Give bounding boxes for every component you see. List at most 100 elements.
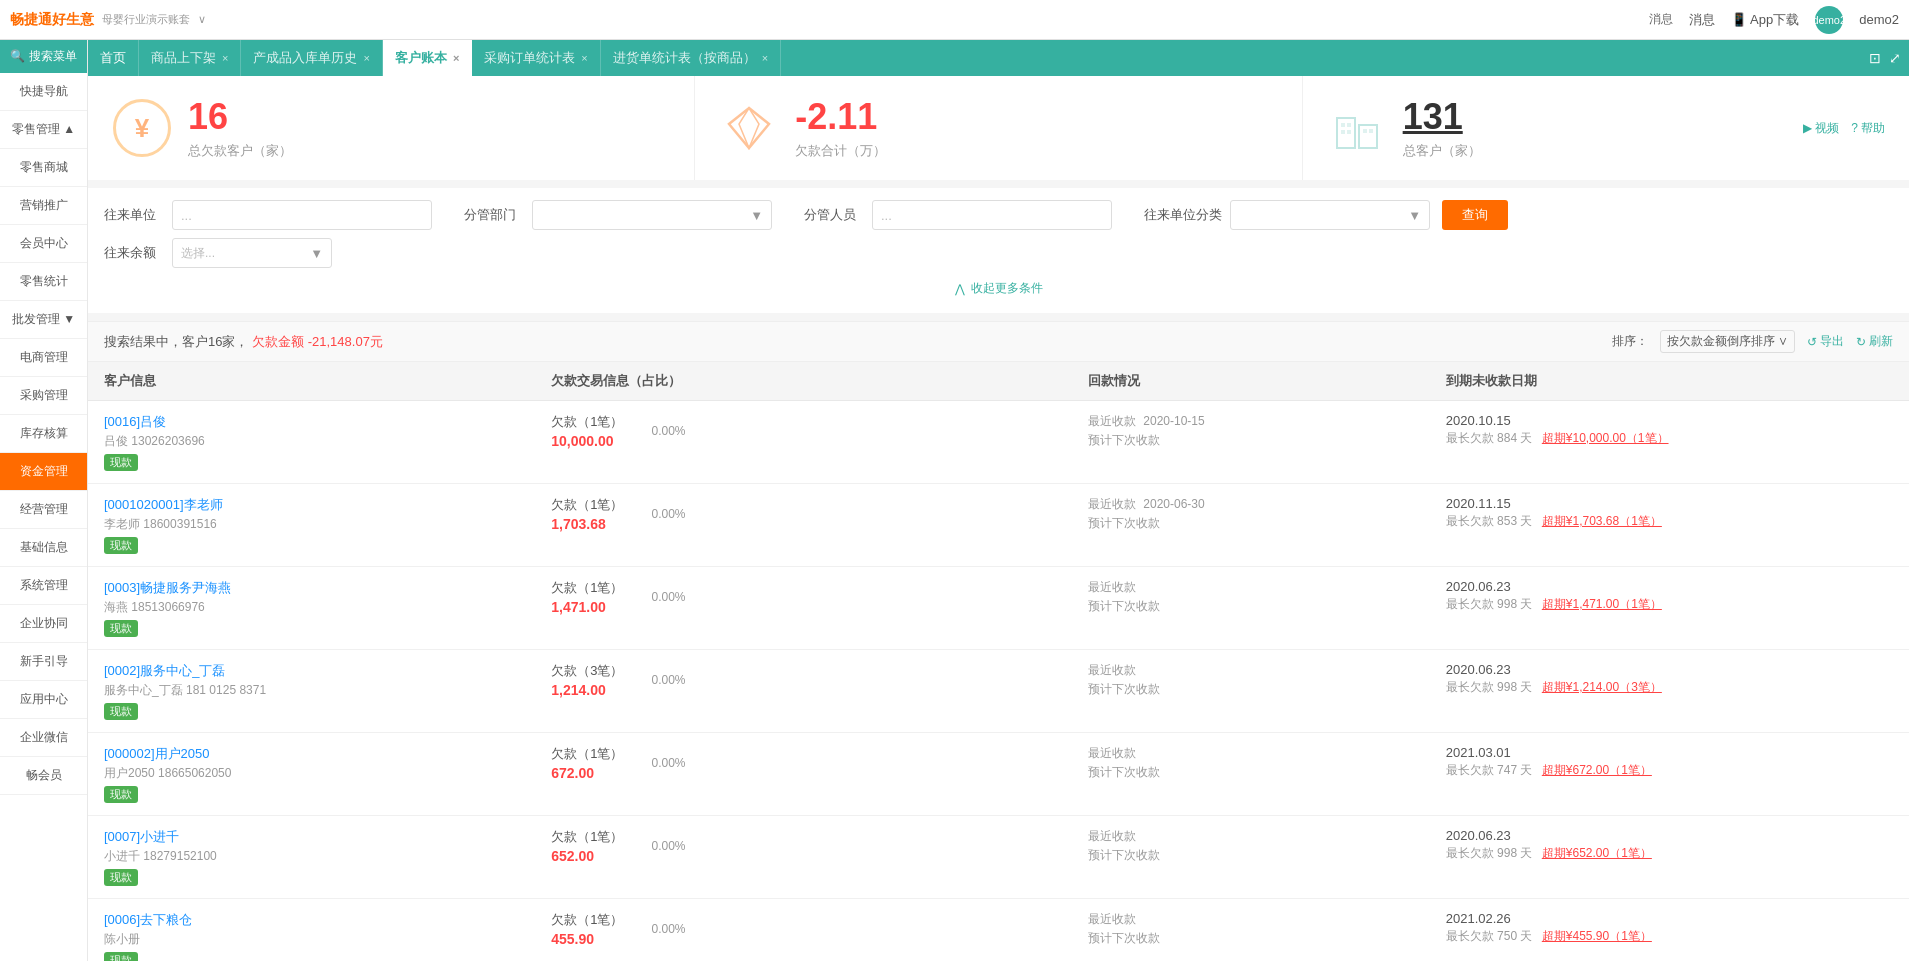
overdue-link-6[interactable]: 超期¥455.90（1笔） xyxy=(1542,929,1652,943)
tab-purchase-product[interactable]: 进货单统计表（按商品） × xyxy=(601,40,781,76)
due-overdue-0: 最长欠款 884 天 超期¥10,000.00（1笔） xyxy=(1446,430,1893,447)
overdue-link-1[interactable]: 超期¥1,703.68（1笔） xyxy=(1542,514,1662,528)
customer-tag-5: 现款 xyxy=(104,869,138,886)
overdue-link-5[interactable]: 超期¥652.00（1笔） xyxy=(1542,846,1652,860)
sidebar-item-system[interactable]: 系统管理 xyxy=(0,567,87,605)
message-label[interactable]: 消息 xyxy=(1689,11,1715,29)
customer-name-link-2[interactable]: [0003]畅捷服务尹海燕 xyxy=(104,579,551,597)
recovery-date-3: 最近收款 xyxy=(1088,662,1446,679)
person-input[interactable]: ... xyxy=(872,200,1112,230)
tab-product-history[interactable]: 产成品入库单历史 × xyxy=(241,40,382,76)
sidebar-item-basic-info[interactable]: 基础信息 xyxy=(0,529,87,567)
from-unit-input[interactable]: ... xyxy=(172,200,432,230)
sidebar-item-purchase[interactable]: 采购管理 xyxy=(0,377,87,415)
brand-dropdown-icon[interactable]: ∨ xyxy=(198,13,206,26)
unit-class-select[interactable]: ▼ xyxy=(1230,200,1430,230)
customer-name-link-4[interactable]: [000002]用户2050 xyxy=(104,745,551,763)
tab-close-purchase-product[interactable]: × xyxy=(762,52,768,64)
debt-amount-3: 1,214.00 xyxy=(551,682,623,698)
due-date-1: 2020.11.15 xyxy=(1446,496,1893,511)
customer-name-link-5[interactable]: [0007]小进千 xyxy=(104,828,551,846)
recovery-next-4: 预计下次收款 xyxy=(1088,764,1446,781)
overdue-link-3[interactable]: 超期¥1,214.00（3笔） xyxy=(1542,680,1662,694)
sidebar-item-app-center[interactable]: 应用中心 xyxy=(0,681,87,719)
collapse-label: 收起更多条件 xyxy=(971,280,1043,297)
sidebar-item-vip[interactable]: 畅会员 xyxy=(0,757,87,795)
export-button[interactable]: ↺ 导出 xyxy=(1807,333,1844,350)
tab-bar-expand-icon[interactable]: ⤢ xyxy=(1889,50,1901,66)
recovery-info-6: 最近收款 预计下次收款 xyxy=(1088,911,1446,947)
overdue-link-0[interactable]: 超期¥10,000.00（1笔） xyxy=(1542,431,1669,445)
recovery-next-1: 预计下次收款 xyxy=(1088,515,1446,532)
customer-tag-4: 现款 xyxy=(104,786,138,803)
svg-rect-6 xyxy=(1341,130,1345,134)
view-video-link[interactable]: ▶ 视频 xyxy=(1803,120,1839,137)
tab-customer-account[interactable]: 客户账本 × xyxy=(383,40,472,76)
sidebar-item-operations[interactable]: 经营管理 xyxy=(0,491,87,529)
customer-info-4: [000002]用户2050 用户2050 18665062050 现款 xyxy=(104,745,551,803)
sidebar-item-batch-mgmt[interactable]: 批发管理 ▼ xyxy=(0,301,87,339)
brand-logo[interactable]: 畅捷通好生意 xyxy=(10,11,94,29)
sidebar-item-quick-nav[interactable]: 快捷导航 xyxy=(0,73,87,111)
tab-close-purchase-stats[interactable]: × xyxy=(581,52,587,64)
page-content: ¥ 16 总欠款客户（家） xyxy=(88,76,1909,961)
tab-product-offline[interactable]: 商品上下架 × xyxy=(139,40,241,76)
stat-value-debt-customers: 16 xyxy=(188,96,292,138)
tab-home[interactable]: 首页 xyxy=(88,40,139,76)
sidebar-item-inventory[interactable]: 库存核算 xyxy=(0,415,87,453)
due-overdue-4: 最长欠款 747 天 超期¥672.00（1笔） xyxy=(1446,762,1893,779)
collapse-row[interactable]: ⋀ 收起更多条件 xyxy=(104,276,1893,301)
due-date-2: 2020.06.23 xyxy=(1446,579,1893,594)
sidebar-item-retail-stats[interactable]: 零售统计 xyxy=(0,263,87,301)
sort-label: 排序： xyxy=(1612,333,1648,350)
sidebar-search[interactable]: 🔍 搜索菜单 xyxy=(0,40,87,73)
dept-select[interactable]: ▼ xyxy=(532,200,772,230)
sidebar-item-finance[interactable]: 资金管理 xyxy=(0,453,87,491)
recovery-info-3: 最近收款 预计下次收款 xyxy=(1088,662,1446,698)
customer-sub-0: 吕俊 13026203696 xyxy=(104,433,551,450)
due-overdue-5: 最长欠款 998 天 超期¥652.00（1笔） xyxy=(1446,845,1893,862)
query-button[interactable]: 查询 xyxy=(1442,200,1508,230)
svg-rect-2 xyxy=(1337,118,1355,148)
app-download-link[interactable]: 📱 App下载 xyxy=(1731,11,1799,29)
balance-select[interactable]: 选择... ▼ xyxy=(172,238,332,268)
sort-select[interactable]: 按欠款金额倒序排序 ∨ xyxy=(1660,330,1795,353)
stat-icon-2 xyxy=(719,98,779,158)
debt-percent-5: 0.00% xyxy=(651,839,685,853)
debt-amount-2: 1,471.00 xyxy=(551,599,623,615)
tab-purchase-stats[interactable]: 采购订单统计表 × xyxy=(472,40,600,76)
sidebar-item-ecommerce[interactable]: 电商管理 xyxy=(0,339,87,377)
sidebar-item-wechat[interactable]: 企业微信 xyxy=(0,719,87,757)
refresh-button[interactable]: ↻ 刷新 xyxy=(1856,333,1893,350)
user-name[interactable]: demo2 xyxy=(1859,12,1899,27)
sidebar-item-newbie[interactable]: 新手引导 xyxy=(0,643,87,681)
results-amount: 欠款金额 -21,148.07元 xyxy=(252,334,383,349)
recovery-info-4: 最近收款 预计下次收款 xyxy=(1088,745,1446,781)
tab-close-customer-account[interactable]: × xyxy=(453,52,459,64)
customer-info-5: [0007]小进千 小进千 18279152100 现款 xyxy=(104,828,551,886)
customer-sub-1: 李老师 18600391516 xyxy=(104,516,551,533)
debt-info-4: 欠款（1笔） 672.00 0.00% xyxy=(551,745,1088,781)
overdue-link-2[interactable]: 超期¥1,471.00（1笔） xyxy=(1542,597,1662,611)
customer-name-link-3[interactable]: [0002]服务中心_丁磊 xyxy=(104,662,551,680)
customer-name-link-0[interactable]: [0016]吕俊 xyxy=(104,413,551,431)
customer-info-1: [0001020001]李老师 李老师 18600391516 现款 xyxy=(104,496,551,554)
tab-close-product-offline[interactable]: × xyxy=(222,52,228,64)
sidebar-item-marketing[interactable]: 营销推广 xyxy=(0,187,87,225)
tab-close-product-history[interactable]: × xyxy=(363,52,369,64)
overdue-link-4[interactable]: 超期¥672.00（1笔） xyxy=(1542,763,1652,777)
sidebar-item-member[interactable]: 会员中心 xyxy=(0,225,87,263)
user-avatar[interactable]: demo2 xyxy=(1815,6,1843,34)
customer-name-link-6[interactable]: [0006]去下粮仓 xyxy=(104,911,551,929)
sidebar-item-retail-mgmt[interactable]: 零售管理 ▲ xyxy=(0,111,87,149)
debt-amount-5: 652.00 xyxy=(551,848,623,864)
customer-name-link-1[interactable]: [0001020001]李老师 xyxy=(104,496,551,514)
sidebar-item-enterprise[interactable]: 企业协同 xyxy=(0,605,87,643)
stat-value-total-customers: 131 xyxy=(1403,96,1481,138)
sidebar-item-retail-mall[interactable]: 零售商城 xyxy=(0,149,87,187)
help-link[interactable]: ? 帮助 xyxy=(1851,120,1885,137)
tab-bar-shrink-icon[interactable]: ⊡ xyxy=(1869,50,1881,66)
due-info-2: 2020.06.23 最长欠款 998 天 超期¥1,471.00（1笔） xyxy=(1446,579,1893,613)
customer-tag-0: 现款 xyxy=(104,454,138,471)
message-link[interactable]: 消息 xyxy=(1649,11,1673,28)
